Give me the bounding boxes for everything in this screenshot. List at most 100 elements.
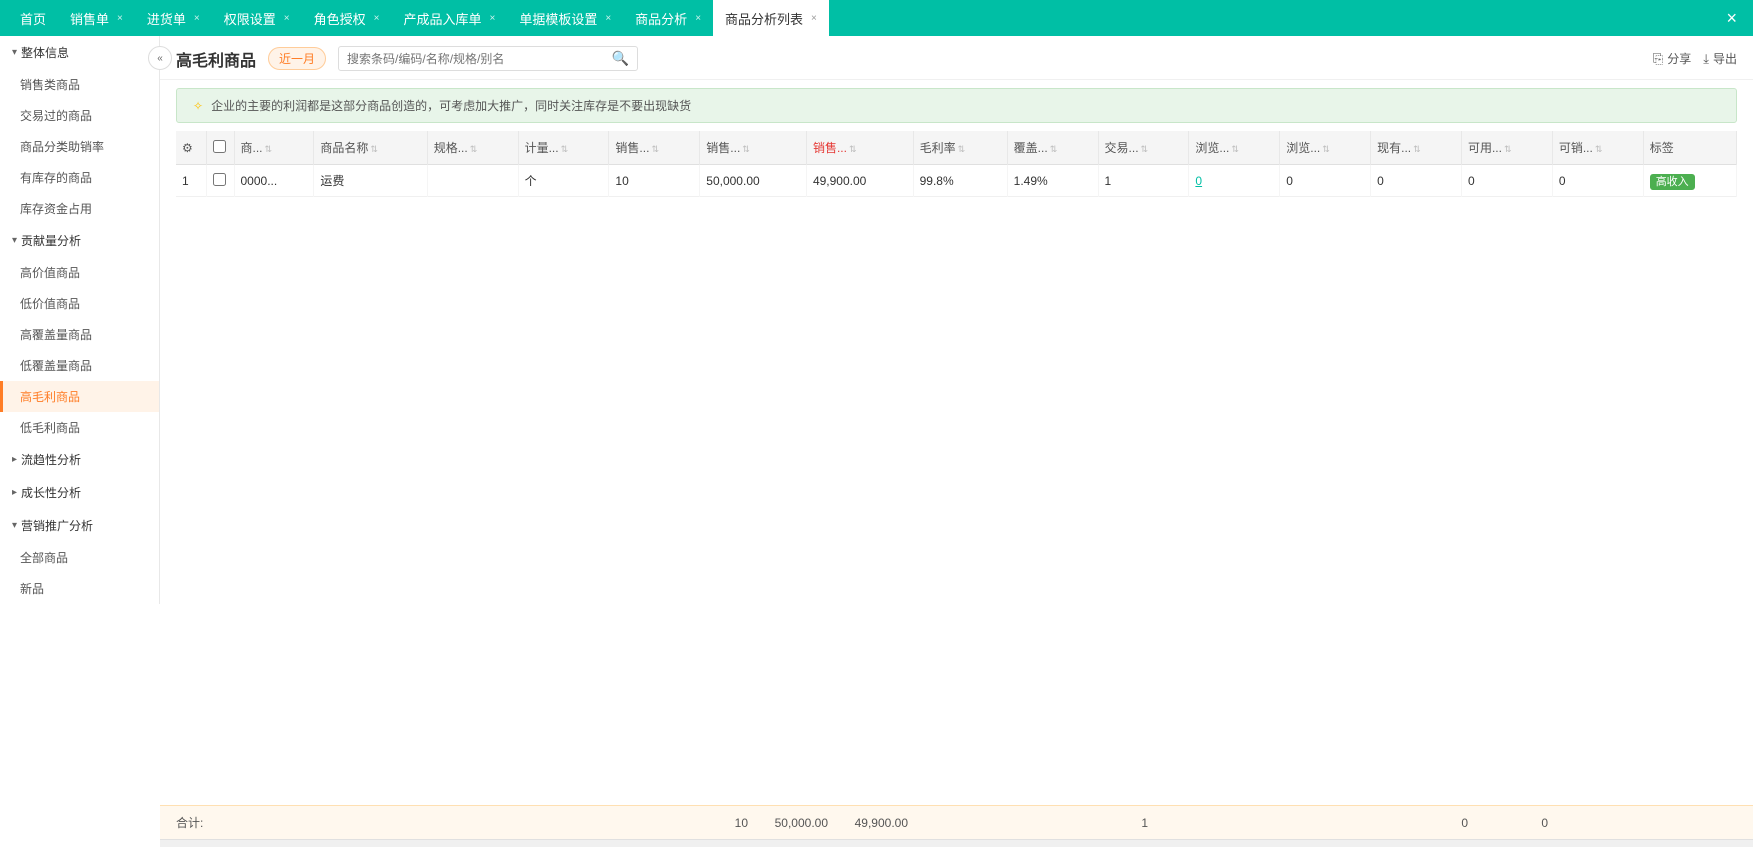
sidebar-item-high-coverage[interactable]: 高覆盖量商品 [0, 319, 159, 350]
close-icon[interactable]: × [489, 13, 495, 24]
filter-period-button[interactable]: 近一月 [268, 47, 326, 70]
col-unit[interactable]: 计量...⇅ [518, 131, 609, 165]
sidebar-group-growth[interactable]: ▸ 成长性分析 [0, 476, 159, 509]
nav-sales-order[interactable]: 销售单 × [58, 0, 135, 36]
sort-icon: ⇅ [1050, 144, 1058, 154]
sidebar-item-stock-capital[interactable]: 库存资金占用 [0, 193, 159, 224]
horizontal-scrollbar[interactable] [160, 839, 1753, 847]
sidebar-wrapper: ▾ 整体信息 销售类商品 交易过的商品 商品分类助销率 有库存的商品 库存资金占… [0, 36, 160, 847]
col-browse2[interactable]: 浏览...⇅ [1280, 131, 1371, 165]
sort-icon: ⇅ [1231, 144, 1239, 154]
nav-purchase-order[interactable]: 进货单 × [135, 0, 212, 36]
sort-icon: ⇅ [742, 144, 750, 154]
sidebar-item-high-value[interactable]: 高价值商品 [0, 257, 159, 288]
sidebar-item-in-stock-goods[interactable]: 有库存的商品 [0, 162, 159, 193]
col-coverage[interactable]: 覆盖...⇅ [1007, 131, 1098, 165]
nav-template-settings[interactable]: 单据模板设置 × [507, 0, 623, 36]
close-icon[interactable]: × [605, 13, 611, 24]
search-icon[interactable]: 🔍 [612, 50, 629, 67]
col-browse1[interactable]: 浏览...⇅ [1189, 131, 1280, 165]
page-title: 高毛利商品 [176, 47, 256, 71]
select-all-checkbox[interactable] [213, 140, 226, 153]
sidebar-item-low-value[interactable]: 低价值商品 [0, 288, 159, 319]
sidebar-group-trend[interactable]: ▸ 流趋性分析 [0, 443, 159, 476]
cell-gross-rate: 99.8% [913, 165, 1007, 197]
sidebar-item-all-goods[interactable]: 全部商品 [0, 542, 159, 573]
search-input[interactable] [347, 52, 606, 66]
table-header-row: ⚙ 商...⇅ 商品名称⇅ 规格...⇅ 计量...⇅ 销售...⇅ 销售...… [176, 131, 1737, 165]
cell-salable: 0 [1552, 165, 1643, 197]
info-banner: ✧ 企业的主要的利润都是这部分商品创造的，可考虑加大推广，同时关注库存是不要出现… [176, 88, 1737, 123]
chevron-down-icon: ▾ [12, 47, 17, 58]
close-icon[interactable]: × [811, 13, 817, 24]
data-table: ⚙ 商...⇅ 商品名称⇅ 规格...⇅ 计量...⇅ 销售...⇅ 销售...… [176, 131, 1737, 197]
chevron-right-icon: ▸ [12, 487, 17, 498]
cell-checkbox[interactable] [206, 165, 234, 197]
table-container: ⚙ 商...⇅ 商品名称⇅ 规格...⇅ 计量...⇅ 销售...⇅ 销售...… [160, 131, 1753, 805]
close-icon[interactable]: × [117, 13, 123, 24]
close-icon[interactable]: × [695, 13, 701, 24]
close-icon[interactable]: × [284, 13, 290, 24]
close-all-button[interactable]: × [1718, 8, 1745, 29]
sidebar-item-new-goods[interactable]: 新品 [0, 573, 159, 604]
sidebar-item-low-margin[interactable]: 低毛利商品 [0, 412, 159, 443]
cell-index: 1 [176, 165, 206, 197]
sidebar-collapse-button[interactable]: « [148, 46, 172, 70]
sort-icon: ⇅ [1322, 144, 1330, 154]
sidebar-item-low-coverage[interactable]: 低覆盖量商品 [0, 350, 159, 381]
footer-transaction: 1 [1074, 816, 1154, 830]
sidebar-group-overall[interactable]: ▾ 整体信息 [0, 36, 159, 69]
cell-unit: 个 [518, 165, 609, 197]
cell-sales-amount: 50,000.00 [700, 165, 807, 197]
sidebar-item-traded-goods[interactable]: 交易过的商品 [0, 100, 159, 131]
col-spec[interactable]: 规格...⇅ [427, 131, 518, 165]
col-current-stock[interactable]: 现有...⇅ [1371, 131, 1462, 165]
sidebar-item-high-margin[interactable]: 高毛利商品 [0, 381, 159, 412]
cell-browse2: 0 [1280, 165, 1371, 197]
cell-name: 运费 [314, 165, 427, 197]
cell-browse1[interactable]: 0 [1189, 165, 1280, 197]
nav-role-auth[interactable]: 角色授权 × [302, 0, 392, 36]
header-actions: ⎘ 分享 ⤓ 导出 [1653, 50, 1737, 67]
content-area: 高毛利商品 近一月 🔍 ⎘ 分享 ⤓ 导出 ✧ 企业的主要的利润都是这部分商品创… [160, 36, 1753, 847]
col-tag: 标签 [1643, 131, 1736, 165]
cell-available-stock: 0 [1461, 165, 1552, 197]
nav-product-warehousing[interactable]: 产成品入库单 × [391, 0, 507, 36]
nav-permission-settings[interactable]: 权限设置 × [212, 0, 302, 36]
sidebar-group-marketing[interactable]: ▾ 营销推广分析 [0, 509, 159, 542]
col-name[interactable]: 商品名称⇅ [314, 131, 427, 165]
nav-product-analysis-list[interactable]: 商品分析列表 × [713, 0, 829, 36]
footer-sales-amount: 50,000.00 [754, 816, 834, 830]
cell-spec [427, 165, 518, 197]
footer-available: 0 [1394, 816, 1474, 830]
sort-icon: ⇅ [1413, 144, 1421, 154]
col-salable[interactable]: 可销...⇅ [1552, 131, 1643, 165]
sidebar-item-sales-goods[interactable]: 销售类商品 [0, 69, 159, 100]
sidebar-group-contribution[interactable]: ▾ 贡献量分析 [0, 224, 159, 257]
main-layout: ▾ 整体信息 销售类商品 交易过的商品 商品分类助销率 有库存的商品 库存资金占… [0, 36, 1753, 847]
col-gross-rate[interactable]: 毛利率⇅ [913, 131, 1007, 165]
export-button[interactable]: ⤓ 导出 [1703, 50, 1737, 67]
share-icon: ⎘ [1653, 51, 1663, 67]
content-header: 高毛利商品 近一月 🔍 ⎘ 分享 ⤓ 导出 [160, 36, 1753, 80]
col-transaction[interactable]: 交易...⇅ [1098, 131, 1189, 165]
share-button[interactable]: ⎘ 分享 [1653, 50, 1691, 67]
cell-tag: 高收入 [1643, 165, 1736, 197]
chevron-down-icon: ▾ [12, 235, 17, 246]
nav-product-analysis[interactable]: 商品分析 × [623, 0, 713, 36]
info-icon: ✧ [193, 99, 203, 113]
col-sales-qty[interactable]: 销售...⇅ [609, 131, 700, 165]
col-sales-amount[interactable]: 销售...⇅ [700, 131, 807, 165]
close-icon[interactable]: × [374, 13, 380, 24]
close-icon[interactable]: × [194, 13, 200, 24]
sort-icon: ⇅ [1141, 144, 1149, 154]
col-available-stock[interactable]: 可用...⇅ [1461, 131, 1552, 165]
col-checkbox [206, 131, 234, 165]
col-sales-profit[interactable]: 销售...⇅ [806, 131, 913, 165]
col-code[interactable]: 商...⇅ [234, 131, 314, 165]
sidebar-item-category-assist[interactable]: 商品分类助销率 [0, 131, 159, 162]
cell-transaction: 1 [1098, 165, 1189, 197]
nav-home[interactable]: 首页 [8, 0, 58, 36]
footer-salable: 0 [1474, 816, 1554, 830]
col-settings[interactable]: ⚙ [176, 131, 206, 165]
